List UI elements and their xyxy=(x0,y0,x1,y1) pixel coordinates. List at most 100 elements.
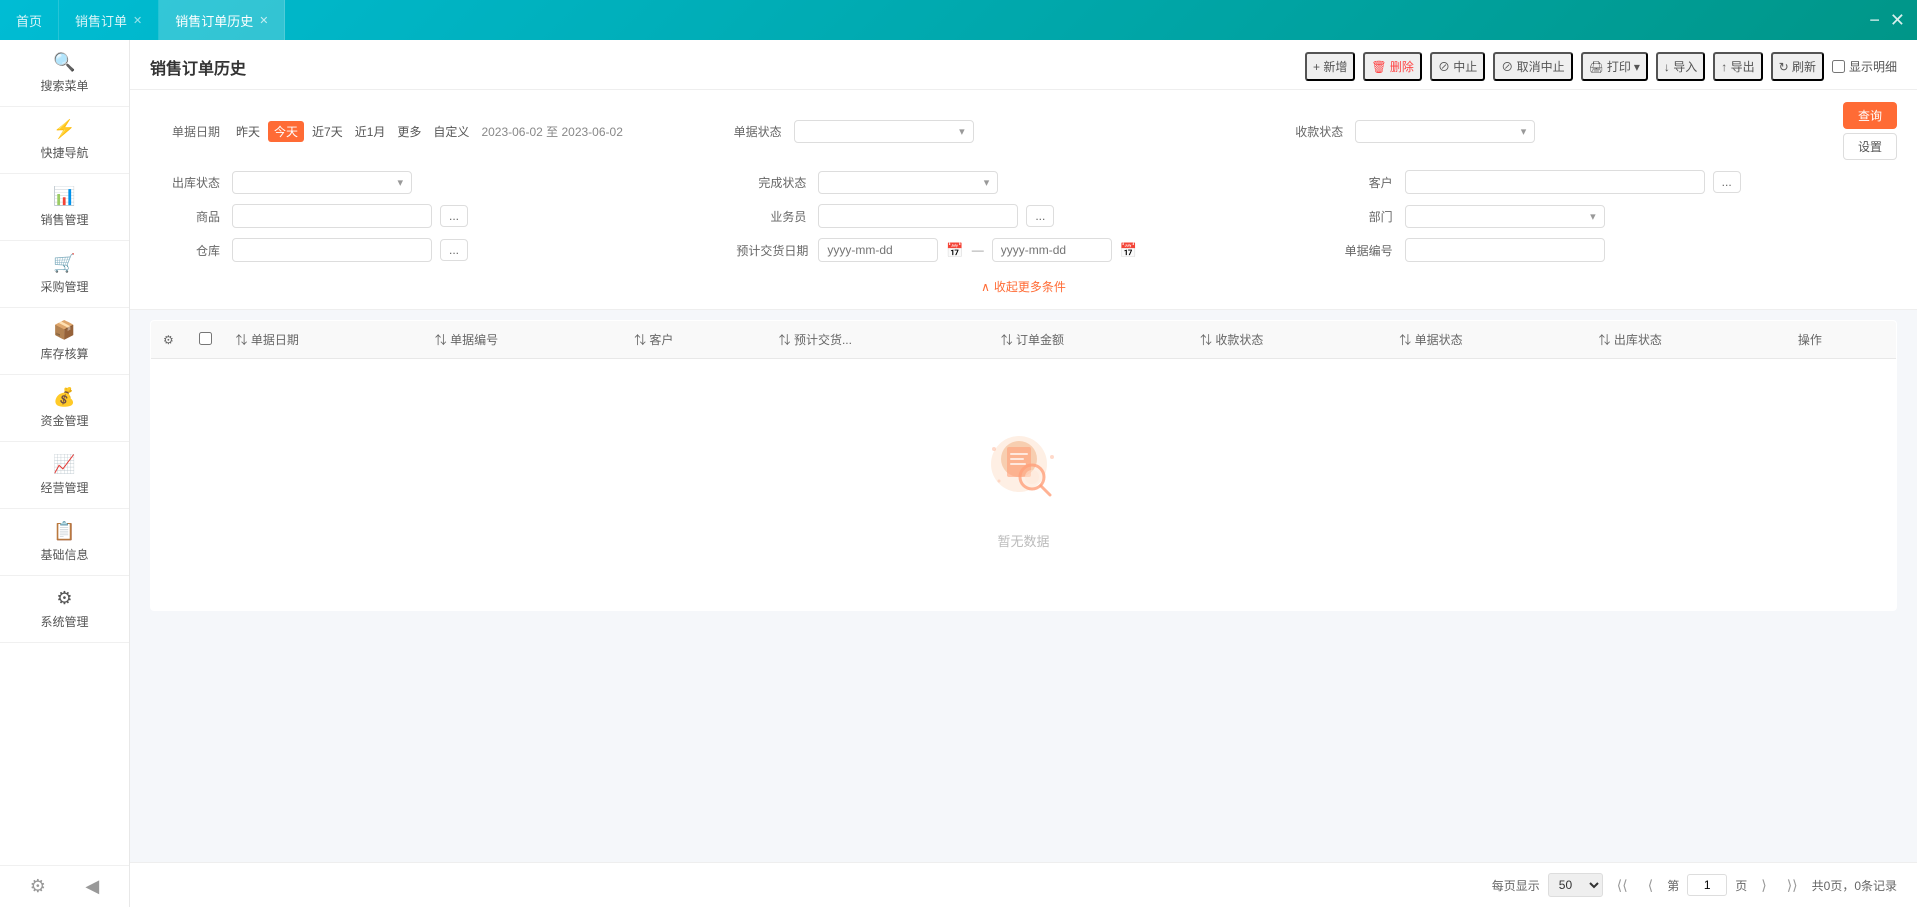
order-status-select[interactable]: ▾ xyxy=(794,120,974,143)
salesperson-field[interactable]: ... xyxy=(818,204,1310,228)
next-page-btn[interactable]: ⟩ xyxy=(1755,875,1772,896)
col-customer[interactable]: ⇅ 客户 xyxy=(622,321,767,359)
shortcut-7days[interactable]: 近7天 xyxy=(308,121,347,142)
department-field[interactable]: ▾ xyxy=(1405,205,1897,228)
warehouse-input[interactable] xyxy=(232,238,432,262)
tab-sales-order[interactable]: 销售订单✕ xyxy=(59,0,159,40)
payment-status-field[interactable]: ▾ xyxy=(1355,120,1823,143)
sidebar-item-inventory[interactable]: 📦 库存核算 xyxy=(0,308,129,375)
shortcut-custom[interactable]: 自定义 xyxy=(429,121,473,142)
order-status-arrow: ▾ xyxy=(959,125,965,138)
order-number-input[interactable] xyxy=(1405,238,1605,262)
sidebar-item-search-menu[interactable]: 🔍搜索菜单 xyxy=(0,40,129,107)
warehouse-field[interactable]: ... xyxy=(232,238,724,262)
warehouse-ellipsis-btn[interactable]: ... xyxy=(440,239,468,261)
order-status-label: 单据状态 xyxy=(712,123,782,140)
page-size-select[interactable]: 50 10 20 100 xyxy=(1548,873,1603,897)
sidebar-item-quick-nav[interactable]: ⚡快捷导航 xyxy=(0,107,129,174)
empty-state: 暂无数据 xyxy=(151,359,1896,610)
operations-icon: 📈 xyxy=(53,454,75,475)
tab-close-sales-order[interactable]: ✕ xyxy=(133,14,142,27)
tab-home[interactable]: 首页 xyxy=(0,0,59,40)
data-table: ⚙ ⇅ 单据日期 ⇅ 单据编号 ⇅ 客户 ⇅ 预计交货... ⇅ 订单金额 ⇅ … xyxy=(150,320,1897,611)
tab-sales-order-history[interactable]: 销售订单历史✕ xyxy=(159,0,285,40)
expected-date-field: 📅 — 📅 xyxy=(818,238,1310,262)
page-number-input[interactable] xyxy=(1687,874,1727,896)
col-warehouse-status[interactable]: ⇅ 出库状态 xyxy=(1587,321,1786,359)
tab-close-sales-order-history[interactable]: ✕ xyxy=(259,14,268,27)
sidebar-label-inventory: 库存核算 xyxy=(40,345,88,362)
complete-status-field[interactable]: ▾ xyxy=(818,171,1310,194)
customer-ellipsis-btn[interactable]: ... xyxy=(1713,171,1741,193)
col-payment-status[interactable]: ⇅ 收款状态 xyxy=(1188,321,1387,359)
delete-button[interactable]: 🗑 删除 xyxy=(1363,52,1422,81)
stop-button[interactable]: ⊘ 中止 xyxy=(1430,52,1485,81)
minimize-icon[interactable]: − xyxy=(1869,10,1880,31)
filter-row-1: 单据日期 昨天 今天 近7天 近1月 更多 自定义 2023-06-02 至 2… xyxy=(150,102,1897,160)
last-page-btn[interactable]: ⟩⟩ xyxy=(1781,875,1804,896)
filter-row-4: 仓库 ... 预计交货日期 📅 — 📅 单据编号 xyxy=(150,238,1897,262)
sales-mgmt-icon: 📊 xyxy=(53,186,75,207)
col-order-date[interactable]: ⇅ 单据日期 xyxy=(224,321,423,359)
collapse-sidebar-icon[interactable]: ◀ xyxy=(85,876,99,897)
empty-row: 暂无数据 xyxy=(151,359,1897,611)
sidebar-item-purchase-mgmt[interactable]: 🛒采购管理 xyxy=(0,241,129,308)
print-button[interactable]: 🖨 打印 ▾ xyxy=(1581,52,1648,81)
col-settings[interactable]: ⚙ xyxy=(151,321,187,359)
complete-status-select[interactable]: ▾ xyxy=(818,171,998,194)
first-page-btn[interactable]: ⟨⟨ xyxy=(1611,875,1634,896)
complete-status-label: 完成状态 xyxy=(736,174,806,191)
sidebar-item-system[interactable]: ⚙系统管理 xyxy=(0,576,129,643)
sidebar-item-finance[interactable]: 💰资金管理 xyxy=(0,375,129,442)
sidebar-item-operations[interactable]: 📈 经营管理 xyxy=(0,442,129,509)
col-order-number[interactable]: ⇅ 单据编号 xyxy=(423,321,622,359)
filter-row-3: 商品 ... 业务员 ... 部门 ▾ xyxy=(150,204,1897,228)
settings-icon[interactable]: ⚙ xyxy=(30,876,46,897)
import-button[interactable]: ↓ 导入 xyxy=(1656,52,1705,81)
page-size-label: 每页显示 xyxy=(1492,877,1540,894)
sidebar-label-operations: 经营管理 xyxy=(40,479,88,496)
shortcut-yesterday[interactable]: 昨天 xyxy=(232,121,264,142)
sidebar-label-search-menu: 搜索菜单 xyxy=(40,77,88,94)
salesperson-input[interactable] xyxy=(818,204,1018,228)
order-number-field[interactable] xyxy=(1405,238,1897,262)
department-select[interactable]: ▾ xyxy=(1405,205,1605,228)
payment-status-select[interactable]: ▾ xyxy=(1355,120,1535,143)
new-button[interactable]: + 新增 xyxy=(1305,52,1355,81)
goods-field[interactable]: ... xyxy=(232,204,724,228)
show-detail-checkbox[interactable]: 显示明细 xyxy=(1832,58,1897,75)
shortcut-1month[interactable]: 近1月 xyxy=(351,121,390,142)
col-checkbox[interactable] xyxy=(187,321,224,359)
salesperson-ellipsis-btn[interactable]: ... xyxy=(1026,205,1054,227)
footer-bar: 每页显示 50 10 20 100 ⟨⟨ ⟨ 第 页 ⟩ ⟩⟩ 共0页，0条记录 xyxy=(130,862,1917,907)
col-amount[interactable]: ⇅ 订单金额 xyxy=(989,321,1188,359)
close-icon[interactable]: ✕ xyxy=(1890,10,1905,31)
inventory-icon: 📦 xyxy=(53,320,75,341)
shortcut-today[interactable]: 今天 xyxy=(268,121,304,142)
refresh-button[interactable]: ↻ 刷新 xyxy=(1771,52,1824,81)
settings-button[interactable]: 设置 xyxy=(1843,133,1897,160)
sidebar-item-base-info[interactable]: 📋基础信息 xyxy=(0,509,129,576)
export-button[interactable]: ↑ 导出 xyxy=(1713,52,1762,81)
expected-date-to[interactable] xyxy=(992,238,1112,262)
col-expected-date[interactable]: ⇅ 预计交货... xyxy=(767,321,989,359)
warehouse-status-select[interactable]: ▾ xyxy=(232,171,412,194)
order-status-field[interactable]: ▾ xyxy=(794,120,1262,143)
sidebar-label-quick-nav: 快捷导航 xyxy=(40,144,88,161)
col-order-status[interactable]: ⇅ 单据状态 xyxy=(1387,321,1586,359)
calendar-to-icon: 📅 xyxy=(1120,242,1137,259)
collapse-filter-btn[interactable]: ∧ 收起更多条件 xyxy=(150,272,1897,297)
prev-page-btn[interactable]: ⟨ xyxy=(1642,875,1659,896)
goods-input[interactable] xyxy=(232,204,432,228)
warehouse-status-field[interactable]: ▾ xyxy=(232,171,724,194)
goods-ellipsis-btn[interactable]: ... xyxy=(440,205,468,227)
query-button[interactable]: 查询 xyxy=(1843,102,1897,129)
sidebar-label-system: 系统管理 xyxy=(40,613,88,630)
sidebar-item-sales-mgmt[interactable]: 📊销售管理 xyxy=(0,174,129,241)
pagination-summary: 共0页，0条记录 xyxy=(1812,877,1897,894)
shortcut-more[interactable]: 更多 xyxy=(393,121,425,142)
customer-field[interactable]: ... xyxy=(1405,170,1897,194)
cancel-stop-button[interactable]: ⊘ 取消中止 xyxy=(1493,52,1572,81)
customer-input[interactable] xyxy=(1405,170,1705,194)
expected-date-from[interactable] xyxy=(818,238,938,262)
